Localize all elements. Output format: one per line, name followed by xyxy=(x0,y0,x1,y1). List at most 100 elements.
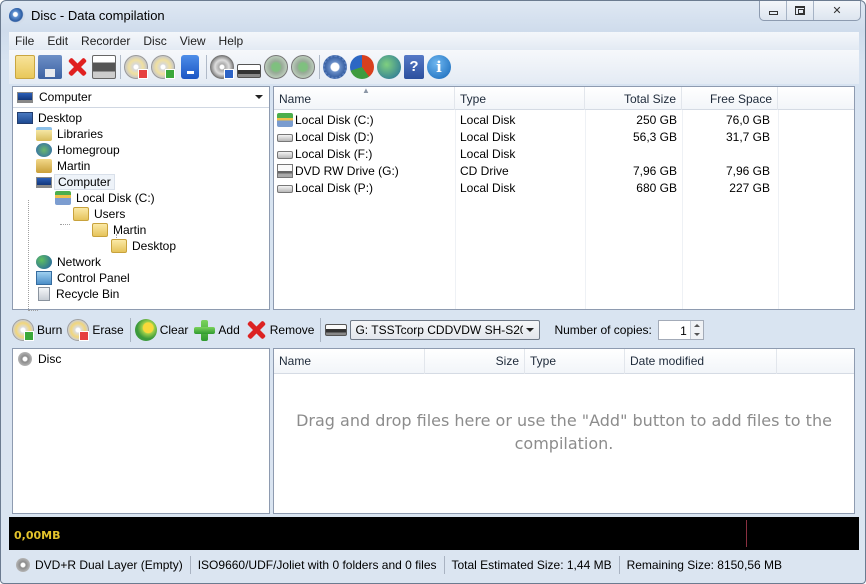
status-estimated-text: Total Estimated Size: 1,44 MB xyxy=(451,558,612,572)
tree-item-network[interactable]: Network xyxy=(36,254,104,270)
print-icon[interactable] xyxy=(92,55,116,79)
clear-icon xyxy=(134,319,157,341)
web-globe-icon[interactable] xyxy=(377,55,401,79)
column-header-type[interactable]: Type xyxy=(455,87,585,110)
save-icon[interactable] xyxy=(38,55,62,79)
erase-button[interactable]: Erase xyxy=(67,317,124,343)
drive-total-size: 56,3 GB xyxy=(632,130,677,144)
remove-x-icon xyxy=(245,319,267,341)
drive-type: Local Disk xyxy=(460,113,516,127)
status-media-text: DVD+R Dual Layer (Empty) xyxy=(35,558,183,572)
burn-button[interactable]: Burn xyxy=(12,317,62,343)
optical-drive-icon xyxy=(325,324,348,336)
capacity-limit-marker xyxy=(746,520,747,547)
menu-help[interactable]: Help xyxy=(219,34,244,48)
drive-total-size: 250 GB xyxy=(636,113,677,127)
settings-gear-icon[interactable] xyxy=(323,55,347,79)
tree-item-homegroup[interactable]: Homegroup xyxy=(36,142,123,158)
open-folder-icon[interactable] xyxy=(15,55,35,79)
tree-item-label: Computer xyxy=(54,174,115,190)
tree-item-local-disk-c[interactable]: Local Disk (C:) xyxy=(55,190,158,206)
restore-icon xyxy=(795,6,805,15)
tree-item-label: Users xyxy=(94,207,126,221)
minimize-button[interactable] xyxy=(760,1,787,20)
remove-button[interactable]: Remove xyxy=(245,317,315,343)
tree-item-label: Control Panel xyxy=(57,271,130,285)
erase-badge-icon xyxy=(79,331,90,341)
drive-row[interactable]: Local Disk (C:) Local Disk 250 GB 76,0 G… xyxy=(274,112,854,129)
drive-info-icon[interactable] xyxy=(237,64,261,78)
delete-icon[interactable] xyxy=(65,55,89,79)
tree-item-desktop-folder[interactable]: Desktop xyxy=(111,238,179,254)
tree-item-label: Desktop xyxy=(132,239,177,253)
check-badge-icon xyxy=(165,69,175,79)
status-filesystem: ISO9660/UDF/Joliet with 0 folders and 0 … xyxy=(191,556,445,574)
chevron-down-icon[interactable] xyxy=(255,95,263,99)
column-header-type[interactable]: Type xyxy=(525,349,625,374)
drive-row[interactable]: DVD RW Drive (G:) CD Drive 7,96 GB 7,96 … xyxy=(274,163,854,180)
recorder-drive-select[interactable]: G: TSSTcorp CDDVDW SH-S203F xyxy=(350,320,541,340)
disc-info-icon[interactable] xyxy=(210,55,234,79)
folder-tree-pane: Computer Desktop Libraries Homegroup Mar… xyxy=(12,86,270,311)
capacity-used-label: 0,00MB xyxy=(14,529,61,542)
disc-import-icon[interactable] xyxy=(264,55,288,79)
column-header-total-size[interactable]: Total Size xyxy=(585,87,682,110)
homegroup-icon xyxy=(36,143,52,157)
drive-type: Local Disk xyxy=(460,130,516,144)
blue-square-icon[interactable] xyxy=(181,55,199,79)
drive-row[interactable]: Local Disk (F:) Local Disk xyxy=(274,146,854,163)
chevron-down-icon[interactable] xyxy=(526,328,535,332)
column-header-size[interactable]: Size xyxy=(425,349,525,374)
drop-zone-hint: Drag and drop files here or use the "Add… xyxy=(296,411,832,453)
location-combo[interactable]: Computer xyxy=(13,87,269,108)
tree-item-martin-folder[interactable]: Martin xyxy=(92,222,149,238)
add-button[interactable]: Add xyxy=(193,317,240,343)
recycle-bin-icon xyxy=(38,287,50,301)
drive-row[interactable]: Local Disk (D:) Local Disk 56,3 GB 31,7 … xyxy=(274,129,854,146)
column-header-date-modified[interactable]: Date modified xyxy=(625,349,777,374)
menu-disc[interactable]: Disc xyxy=(143,34,166,48)
stepper-buttons xyxy=(689,321,703,339)
system-disk-icon xyxy=(55,191,71,205)
disc-verify-icon[interactable] xyxy=(151,55,175,79)
tree-item-martin[interactable]: Martin xyxy=(36,158,93,174)
help-icon[interactable]: ? xyxy=(404,55,424,79)
column-header-free-space[interactable]: Free Space xyxy=(682,87,778,110)
close-icon: ✕ xyxy=(832,5,842,17)
close-button[interactable]: ✕ xyxy=(814,1,860,20)
window-title: Disc - Data compilation xyxy=(31,8,165,23)
stepper-down-icon[interactable] xyxy=(693,333,700,336)
tree-item-desktop[interactable]: Desktop xyxy=(17,110,85,126)
disc-export-icon[interactable] xyxy=(291,55,315,79)
menu-edit[interactable]: Edit xyxy=(47,34,68,48)
copies-value: 1 xyxy=(680,324,687,338)
disc-root-node[interactable]: Disc xyxy=(18,352,61,366)
compilation-files-pane[interactable]: Name Size Type Date modified Drag and dr… xyxy=(273,348,855,514)
desktop-icon xyxy=(17,112,33,124)
tree-item-users[interactable]: Users xyxy=(73,206,128,222)
copies-stepper[interactable]: 1 xyxy=(657,320,704,340)
menu-file[interactable]: File xyxy=(15,34,34,48)
menu-recorder[interactable]: Recorder xyxy=(81,34,130,48)
stepper-up-icon[interactable] xyxy=(693,324,700,327)
network-icon xyxy=(36,255,52,269)
column-header-name[interactable]: Name xyxy=(274,87,455,110)
menu-bar: File Edit Recorder Disc View Help xyxy=(9,32,859,50)
add-label: Add xyxy=(218,323,240,337)
app-disc-icon xyxy=(9,8,25,24)
column-header-name[interactable]: Name xyxy=(274,349,425,374)
plus-icon xyxy=(193,319,216,341)
web-update-icon[interactable] xyxy=(350,55,374,79)
clear-button[interactable]: Clear xyxy=(134,317,188,343)
tree-item-computer[interactable]: Computer xyxy=(36,174,115,190)
drive-total-size xyxy=(585,146,677,163)
maximize-button[interactable] xyxy=(787,1,814,20)
disc-erase-icon[interactable] xyxy=(124,55,148,79)
tree-item-recycle-bin[interactable]: Recycle Bin xyxy=(36,286,122,302)
drive-row[interactable]: Local Disk (P:) Local Disk 680 GB 227 GB xyxy=(274,180,854,197)
drive-free-space xyxy=(682,146,770,163)
tree-item-control-panel[interactable]: Control Panel xyxy=(36,270,133,286)
info-icon[interactable]: i xyxy=(427,55,451,79)
menu-view[interactable]: View xyxy=(180,34,206,48)
tree-item-libraries[interactable]: Libraries xyxy=(36,126,106,142)
